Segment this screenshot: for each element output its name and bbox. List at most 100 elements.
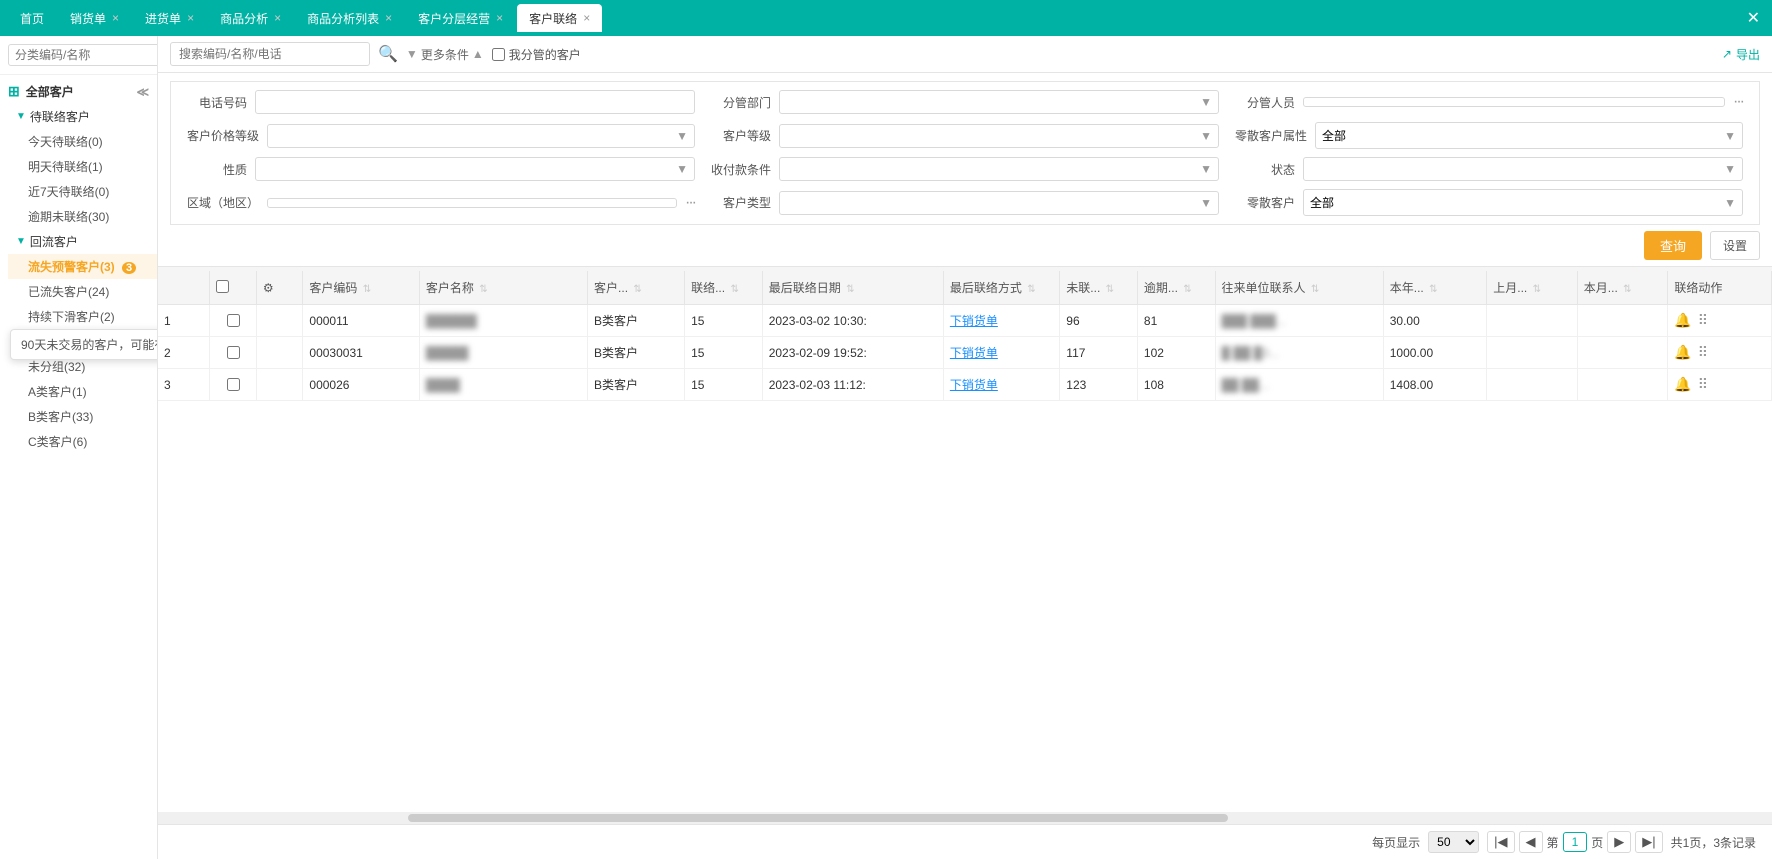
more-conditions-button[interactable]: ▼ 更多条件 ▲ xyxy=(406,46,484,63)
cell-thismonth xyxy=(1577,305,1668,337)
tab-customer-layer[interactable]: 客户分层经营 × xyxy=(406,4,515,32)
row-checkbox[interactable] xyxy=(227,314,240,327)
contact-icon[interactable]: 🔔 xyxy=(1674,344,1691,361)
tab-sales[interactable]: 销货单 × xyxy=(58,4,131,32)
filter-dept: 分管部门 ▼ xyxy=(711,90,1219,114)
cell-way[interactable]: 下销货单 xyxy=(943,305,1059,337)
tab-analysis[interactable]: 商品分析 × xyxy=(208,4,293,32)
sort-icon-thisyear[interactable]: ⇅ xyxy=(1429,284,1437,295)
settings-button[interactable]: 设置 xyxy=(1710,231,1760,260)
cell-action: 🔔 ⠿ xyxy=(1668,369,1772,401)
my-customer-checkbox[interactable]: 我分管的客户 xyxy=(492,46,581,63)
sidebar-search-input[interactable] xyxy=(8,44,158,66)
cell-check[interactable] xyxy=(210,337,257,369)
close-all-button[interactable]: ✕ xyxy=(1743,4,1764,32)
cell-way[interactable]: 下销货单 xyxy=(943,369,1059,401)
sort-icon-type[interactable]: ⇅ xyxy=(633,284,641,295)
sidebar-item-tomorrow[interactable]: 明天待联络(1) xyxy=(8,154,157,179)
tab-sales-close[interactable]: × xyxy=(112,11,119,25)
last-page-button[interactable]: ▶| xyxy=(1635,831,1662,853)
first-page-button[interactable]: |◀ xyxy=(1487,831,1514,853)
region-more-icon[interactable]: ··· xyxy=(685,194,695,212)
select-all-checkbox[interactable] xyxy=(216,280,229,293)
contact-icon[interactable]: 🔔 xyxy=(1674,376,1691,393)
col-lastmonth-header: 上月... ⇅ xyxy=(1487,271,1578,305)
query-button[interactable]: 查询 xyxy=(1644,231,1702,260)
phone-input[interactable] xyxy=(255,90,695,114)
sidebar-item-7days[interactable]: 近7天待联络(0) xyxy=(8,179,157,204)
my-customer-check-input[interactable] xyxy=(492,48,505,61)
tab-purchase-close[interactable]: × xyxy=(187,11,194,25)
gender-select[interactable]: ▼ xyxy=(255,157,695,181)
group-pending-header[interactable]: ▼ 待联络客户 xyxy=(8,104,157,129)
sidebar-item-classB[interactable]: B类客户(33) xyxy=(8,404,157,429)
sort-icon-name[interactable]: ⇅ xyxy=(479,284,487,295)
tab-purchase[interactable]: 进货单 × xyxy=(133,4,206,32)
more-action-icon[interactable]: ⠿ xyxy=(1698,312,1708,329)
sort-icon-lastmonth[interactable]: ⇅ xyxy=(1533,284,1541,295)
filter-person: 分管人员 ··· xyxy=(1235,90,1743,114)
sidebar-item-today[interactable]: 今天待联络(0) xyxy=(8,129,157,154)
status-select[interactable]: ▼ xyxy=(1303,157,1743,181)
cell-check[interactable] xyxy=(210,369,257,401)
region-select[interactable] xyxy=(267,198,677,208)
tab-customer-contact-close[interactable]: × xyxy=(583,11,590,25)
sort-icon-way[interactable]: ⇅ xyxy=(1027,284,1035,295)
sidebar-item-classA[interactable]: A类客户(1) xyxy=(8,379,157,404)
page-size-select[interactable]: 50 20 100 xyxy=(1428,831,1479,853)
tab-analysis-list[interactable]: 商品分析列表 × xyxy=(295,4,404,32)
sidebar-item-classC[interactable]: C类客户(6) xyxy=(8,429,157,454)
sidebar-item-warning[interactable]: 流失预警客户(3) 3 xyxy=(8,254,157,279)
prev-page-button[interactable]: ◀ xyxy=(1519,831,1543,853)
search-button[interactable]: 🔍 xyxy=(378,44,398,64)
scrollbar-thumb[interactable] xyxy=(408,814,1228,822)
sidebar-root-item[interactable]: ⊞ 全部客户 ≪ xyxy=(0,79,157,104)
sidebar-item-overdue[interactable]: 逾期未联络(30) xyxy=(8,204,157,229)
cell-check[interactable] xyxy=(210,305,257,337)
sort-icon-overdue[interactable]: ⇅ xyxy=(1183,284,1191,295)
more-icon[interactable]: ··· xyxy=(1733,93,1743,111)
customer-table: ⚙ 客户编码 ⇅ 客户名称 ⇅ 客户... ⇅ xyxy=(158,271,1772,401)
more-action-icon[interactable]: ⠿ xyxy=(1698,344,1708,361)
cell-name: ████ xyxy=(419,369,587,401)
sidebar-item-declining[interactable]: 持续下滑客户(2) xyxy=(8,304,157,329)
cell-date: 2023-02-03 11:12: xyxy=(762,369,943,401)
sort-icon-date[interactable]: ⇅ xyxy=(846,284,854,295)
sort-icon-code[interactable]: ⇅ xyxy=(363,284,371,295)
person-select[interactable] xyxy=(1303,97,1725,107)
way-link[interactable]: 下销货单 xyxy=(950,314,998,328)
sort-icon-contact[interactable]: ⇅ xyxy=(730,284,738,295)
sidebar-item-lost[interactable]: 已流失客户(24) xyxy=(8,279,157,304)
filter-panel: 电话号码 分管部门 ▼ 分管人员 ··· xyxy=(170,81,1760,225)
tab-home[interactable]: 首页 xyxy=(8,4,56,32)
search-input[interactable] xyxy=(170,42,370,66)
row-checkbox[interactable] xyxy=(227,378,240,391)
tab-analysis-list-close[interactable]: × xyxy=(385,11,392,25)
export-button[interactable]: ↗ 导出 xyxy=(1722,46,1760,63)
price-level-select[interactable]: ▼ xyxy=(267,124,695,148)
more-action-icon[interactable]: ⠿ xyxy=(1698,376,1708,393)
cell-code: 00030031 xyxy=(303,337,419,369)
payment-select[interactable]: ▼ xyxy=(779,157,1219,181)
cust-level-select[interactable]: ▼ xyxy=(779,124,1219,148)
tab-customer-layer-close[interactable]: × xyxy=(496,11,503,25)
way-link[interactable]: 下销货单 xyxy=(950,346,998,360)
contact-icon[interactable]: 🔔 xyxy=(1674,312,1691,329)
group-return-header[interactable]: ▼ 回流客户 xyxy=(8,229,157,254)
sort-icon-notcontact[interactable]: ⇅ xyxy=(1106,284,1114,295)
col-settings-header[interactable]: ⚙ xyxy=(256,271,303,305)
way-link[interactable]: 下销货单 xyxy=(950,378,998,392)
cell-way[interactable]: 下销货单 xyxy=(943,337,1059,369)
sort-icon-related[interactable]: ⇅ xyxy=(1311,284,1319,295)
zero-attr-select[interactable]: 全部 ▼ xyxy=(1315,122,1743,149)
collapse-icon[interactable]: ≪ xyxy=(136,85,149,99)
next-page-button[interactable]: ▶ xyxy=(1607,831,1631,853)
dept-select[interactable]: ▼ xyxy=(779,90,1219,114)
tab-analysis-close[interactable]: × xyxy=(274,11,281,25)
cust-type-select[interactable]: ▼ xyxy=(779,191,1219,215)
tab-customer-contact[interactable]: 客户联络 × xyxy=(517,4,602,32)
row-checkbox[interactable] xyxy=(227,346,240,359)
sort-icon-thismonth[interactable]: ⇅ xyxy=(1623,284,1631,295)
horizontal-scrollbar[interactable] xyxy=(158,812,1772,824)
zero-cust-select[interactable]: 全部 ▼ xyxy=(1303,189,1743,216)
